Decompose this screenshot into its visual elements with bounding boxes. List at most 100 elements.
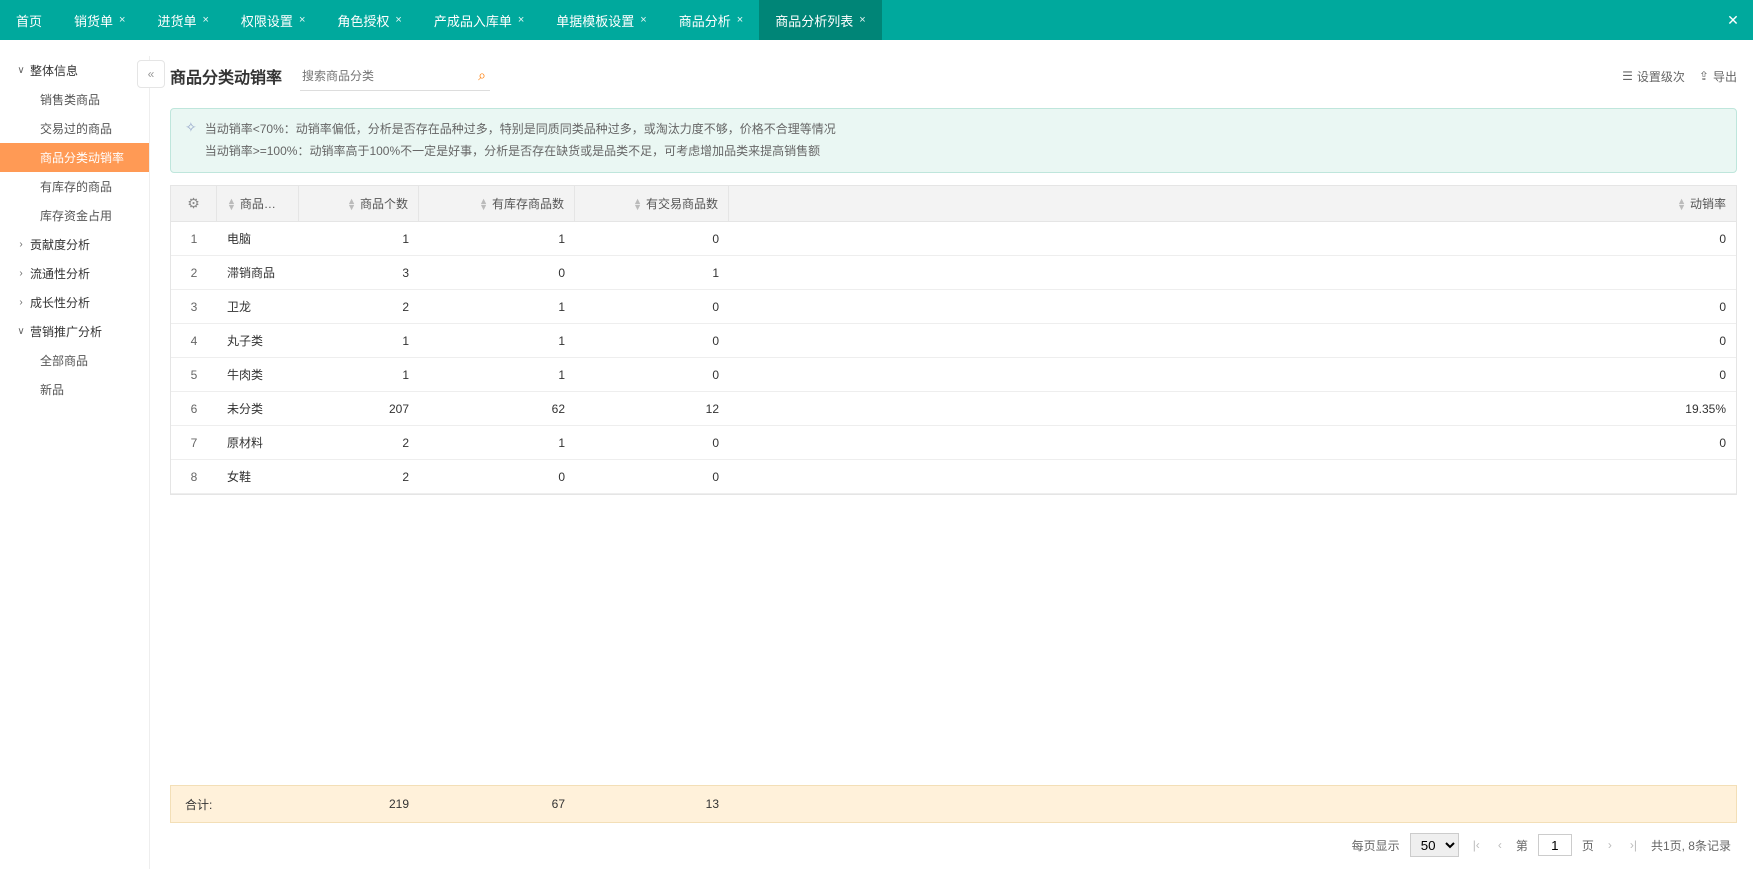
export-button[interactable]: ⇪ 导出 bbox=[1699, 68, 1737, 85]
page-input[interactable] bbox=[1538, 834, 1572, 856]
tab-3[interactable]: 权限设置 × bbox=[225, 0, 321, 40]
tab-0[interactable]: 首页 bbox=[0, 0, 58, 40]
search-icon[interactable]: ⌕ bbox=[474, 67, 490, 84]
table-row[interactable]: 8女鞋200 bbox=[171, 460, 1736, 494]
tab-5[interactable]: 产成品入库单 × bbox=[418, 0, 540, 40]
prev-page-button[interactable]: ‹ bbox=[1494, 838, 1506, 852]
table-row[interactable]: 6未分类207621219.35% bbox=[171, 392, 1736, 426]
close-icon[interactable]: × bbox=[640, 14, 646, 26]
column-header-rate[interactable]: ▲▼动销率 bbox=[729, 186, 1736, 221]
tab-2[interactable]: 进货单× bbox=[141, 0, 224, 40]
column-settings-button[interactable]: ⚙ bbox=[171, 186, 217, 221]
next-page-button[interactable]: › bbox=[1604, 838, 1616, 852]
cell-trx: 0 bbox=[575, 368, 729, 382]
first-page-button[interactable]: |‹ bbox=[1469, 838, 1484, 852]
search-input[interactable] bbox=[300, 65, 474, 87]
cell-idx: 2 bbox=[171, 266, 217, 280]
tab-6[interactable]: 单据模板设置 × bbox=[540, 0, 662, 40]
nav-item[interactable]: 全部商品 bbox=[0, 346, 149, 375]
tab-4[interactable]: 角色授权× bbox=[321, 0, 417, 40]
close-icon[interactable]: × bbox=[518, 14, 524, 26]
cell-trx: 0 bbox=[575, 334, 729, 348]
sort-icon: ▲▼ bbox=[1677, 198, 1686, 210]
cell-rate: 0 bbox=[729, 368, 1736, 382]
cell-rate: 19.35% bbox=[729, 402, 1736, 416]
tab-label: 产成品入库单 bbox=[434, 11, 512, 30]
table-row[interactable]: 1电脑1100 bbox=[171, 222, 1736, 256]
close-icon[interactable]: × bbox=[859, 14, 865, 26]
nav-item[interactable]: 交易过的商品 bbox=[0, 114, 149, 143]
cell-stk: 1 bbox=[419, 300, 575, 314]
nav-group-header[interactable]: ›贡献度分析 bbox=[0, 230, 149, 259]
table-row[interactable]: 7原材料2100 bbox=[171, 426, 1736, 460]
chevron-down-icon: ∨ bbox=[16, 326, 26, 337]
nav-group-header[interactable]: ›成长性分析 bbox=[0, 288, 149, 317]
chevron-right-icon: › bbox=[16, 268, 26, 279]
tab-7[interactable]: 商品分析× bbox=[663, 0, 759, 40]
nav-item[interactable]: 销售类商品 bbox=[0, 85, 149, 114]
cell-trx: 0 bbox=[575, 300, 729, 314]
gear-icon: ⚙ bbox=[187, 195, 200, 212]
cell-stk: 0 bbox=[419, 470, 575, 484]
info-banner: ✧ 当动销率<70%：动销率偏低，分析是否存在品种过多，特别是同质同类品种过多，… bbox=[170, 108, 1737, 173]
close-icon[interactable]: × bbox=[119, 14, 125, 26]
close-icon[interactable]: × bbox=[737, 14, 743, 26]
page-total-label: 共1页, 8条记录 bbox=[1651, 837, 1731, 854]
top-tab-bar: 首页销货单×进货单×权限设置×角色授权×产成品入库单×单据模板设置×商品分析×商… bbox=[0, 0, 1753, 40]
lightbulb-icon: ✧ bbox=[185, 119, 197, 162]
tab-label: 单据模板设置 bbox=[556, 11, 634, 30]
cell-cnt: 1 bbox=[299, 334, 419, 348]
nav-group-header[interactable]: ›流通性分析 bbox=[0, 259, 149, 288]
pagination: 每页显示 50 |‹ ‹ 第 页 › ›| 共1页, 8条记录 bbox=[170, 823, 1737, 857]
cell-cnt: 2 bbox=[299, 436, 419, 450]
cell-cat: 未分类 bbox=[217, 400, 299, 417]
table-row[interactable]: 5牛肉类1100 bbox=[171, 358, 1736, 392]
nav-group-label: 成长性分析 bbox=[30, 294, 90, 311]
per-page-select[interactable]: 50 bbox=[1410, 833, 1459, 857]
cell-trx: 0 bbox=[575, 232, 729, 246]
close-icon[interactable]: × bbox=[395, 14, 401, 26]
cell-trx: 1 bbox=[575, 266, 729, 280]
last-page-button[interactable]: ›| bbox=[1626, 838, 1641, 852]
tab-1[interactable]: 销货单× bbox=[58, 0, 141, 40]
table-row[interactable]: 2滞销商品301 bbox=[171, 256, 1736, 290]
close-icon[interactable]: × bbox=[299, 14, 305, 26]
nav-item[interactable]: 库存资金占用 bbox=[0, 201, 149, 230]
nav-group-header[interactable]: ∨整体信息 bbox=[0, 56, 149, 85]
info-line: 当动销率<70%：动销率偏低，分析是否存在品种过多，特别是同质同类品种过多，或淘… bbox=[205, 119, 836, 141]
summary-transaction: 13 bbox=[575, 797, 729, 811]
column-header-count[interactable]: ▲▼商品个数 bbox=[299, 186, 419, 221]
set-level-button[interactable]: ☰ 设置级次 bbox=[1622, 68, 1685, 85]
sort-icon: ▲▼ bbox=[347, 198, 356, 210]
cell-idx: 4 bbox=[171, 334, 217, 348]
summary-count: 219 bbox=[299, 797, 419, 811]
column-header-category[interactable]: ▲▼商品… bbox=[217, 186, 299, 221]
table-header: ⚙ ▲▼商品… ▲▼商品个数 ▲▼有库存商品数 ▲▼有交易商品数 ▲▼动销率 bbox=[171, 186, 1736, 222]
nav-group-header[interactable]: ∨营销推广分析 bbox=[0, 317, 149, 346]
cell-cnt: 1 bbox=[299, 232, 419, 246]
cell-rate: 0 bbox=[729, 334, 1736, 348]
column-header-transaction[interactable]: ▲▼有交易商品数 bbox=[575, 186, 729, 221]
chevron-right-icon: › bbox=[16, 239, 26, 250]
sort-icon: ▲▼ bbox=[479, 198, 488, 210]
cell-cat: 卫龙 bbox=[217, 298, 299, 315]
nav-item[interactable]: 新品 bbox=[0, 375, 149, 404]
cell-stk: 1 bbox=[419, 368, 575, 382]
cell-idx: 3 bbox=[171, 300, 217, 314]
tab-label: 商品分析列表 bbox=[775, 11, 853, 30]
close-icon[interactable]: × bbox=[202, 14, 208, 26]
close-all-tabs-button[interactable]: ✕ bbox=[1713, 0, 1753, 40]
cell-cat: 牛肉类 bbox=[217, 366, 299, 383]
collapse-sidebar-button[interactable]: « bbox=[137, 60, 165, 88]
cell-stk: 62 bbox=[419, 402, 575, 416]
table-row[interactable]: 4丸子类1100 bbox=[171, 324, 1736, 358]
tab-8[interactable]: 商品分析列表 × bbox=[759, 0, 881, 40]
table-row[interactable]: 3卫龙2100 bbox=[171, 290, 1736, 324]
nav-item[interactable]: 商品分类动销率 bbox=[0, 143, 149, 172]
cell-idx: 1 bbox=[171, 232, 217, 246]
cell-cat: 女鞋 bbox=[217, 468, 299, 485]
cell-trx: 0 bbox=[575, 470, 729, 484]
column-header-stock[interactable]: ▲▼有库存商品数 bbox=[419, 186, 575, 221]
tab-label: 权限设置 bbox=[241, 11, 293, 30]
nav-item[interactable]: 有库存的商品 bbox=[0, 172, 149, 201]
